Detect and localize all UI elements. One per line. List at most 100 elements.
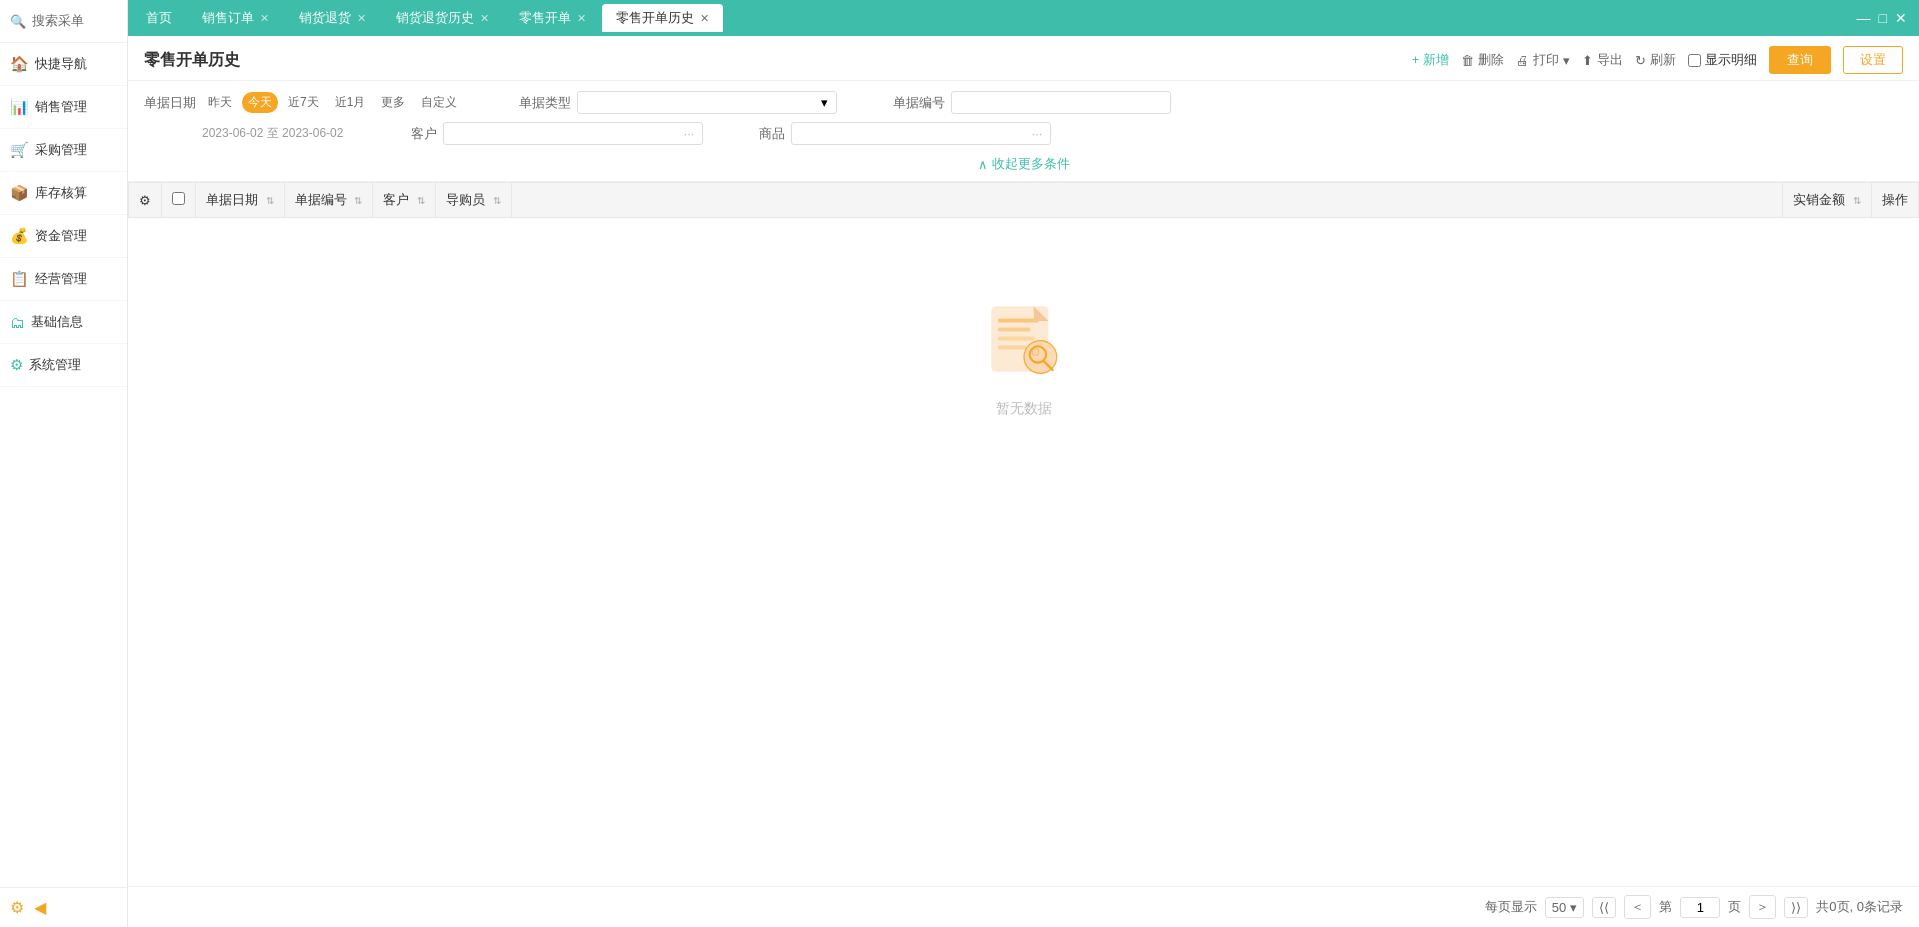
per-page-select[interactable]: 50 ▾	[1545, 897, 1584, 918]
toolbar: + 新增 🗑 删除 🖨 打印 ▾ ⬆ 导出 ↻ 刷新	[1412, 46, 1903, 74]
sidebar-item-label: 销售管理	[35, 98, 87, 116]
doc-no-input[interactable]	[951, 91, 1171, 114]
customer-input[interactable]: ···	[443, 122, 703, 145]
th-actual-amount-label: 实销金额	[1793, 192, 1845, 207]
date-btn-yesterday[interactable]: 昨天	[202, 92, 238, 113]
first-page-btn[interactable]: ⟨⟨	[1592, 897, 1616, 918]
search-icon: 🔍	[10, 14, 26, 29]
goods-input[interactable]: ···	[791, 122, 1051, 145]
date-filter-label: 单据日期	[144, 94, 196, 112]
gear-icon: ⚙	[139, 193, 151, 208]
tab-sales-order-close[interactable]: ✕	[260, 12, 269, 25]
tab-retail-open[interactable]: 零售开单 ✕	[505, 4, 600, 32]
th-actual-amount[interactable]: 实销金额 ⇅	[1783, 183, 1872, 218]
sidebar-item-label: 系统管理	[29, 356, 81, 374]
date-btn-custom[interactable]: 自定义	[415, 92, 463, 113]
page-number-input[interactable]	[1680, 897, 1720, 918]
export-icon: ⬆	[1582, 53, 1593, 68]
collapse-sidebar-btn[interactable]: ◀	[34, 898, 46, 917]
tab-retail-open-label: 零售开单	[519, 9, 571, 27]
minimize-btn[interactable]: —	[1857, 10, 1871, 26]
doc-no-label: 单据编号	[893, 94, 945, 112]
sidebar-search-label: 搜索采单	[32, 12, 84, 30]
total-info: 共0页, 0条记录	[1816, 898, 1903, 916]
next-page-btn[interactable]: ＞	[1749, 895, 1776, 919]
collapse-btn[interactable]: ∧ 收起更多条件	[144, 153, 1903, 175]
filter-area: 单据日期 昨天 今天 近7天 近1月 更多 自定义 单据类型 ▾	[128, 81, 1919, 182]
tab-sales-return-close[interactable]: ✕	[357, 12, 366, 25]
th-salesperson[interactable]: 导购员 ⇅	[435, 183, 511, 218]
th-doc-no-label: 单据编号	[295, 192, 347, 207]
refresh-button[interactable]: ↻ 刷新	[1635, 51, 1676, 69]
doc-type-select[interactable]: ▾	[577, 91, 837, 114]
tab-retail-open-close[interactable]: ✕	[577, 12, 586, 25]
sidebar-item-quick-nav[interactable]: 🏠 快捷导航	[0, 43, 127, 86]
sidebar-item-system-mgmt[interactable]: ⚙ 系统管理	[0, 344, 127, 387]
th-date-label: 单据日期	[206, 192, 258, 207]
date-btn-last-month[interactable]: 近1月	[329, 92, 372, 113]
th-date[interactable]: 单据日期 ⇅	[196, 183, 285, 218]
prev-page-btn[interactable]: ＜	[1624, 895, 1651, 919]
sidebar-item-finance[interactable]: 💰 资金管理	[0, 215, 127, 258]
date-btn-last7[interactable]: 近7天	[282, 92, 325, 113]
sidebar-item-sales-mgmt[interactable]: 📊 销售管理	[0, 86, 127, 129]
tab-retail-open-history-label: 零售开单历史	[616, 9, 694, 27]
table-header-row: ⚙ 单据日期 ⇅ 单据编号 ⇅	[129, 183, 1919, 218]
th-gear[interactable]: ⚙	[129, 183, 162, 218]
th-customer[interactable]: 客户 ⇅	[373, 183, 436, 218]
print-button[interactable]: 🖨 打印 ▾	[1516, 51, 1570, 69]
tab-retail-open-history-close[interactable]: ✕	[700, 12, 709, 25]
show-detail-toggle[interactable]: 显示明细	[1688, 51, 1757, 69]
last-page-btn[interactable]: ⟩⟩	[1784, 897, 1808, 918]
doc-type-filter: 单据类型 ▾	[519, 91, 837, 114]
per-page-label: 每页显示	[1485, 898, 1537, 916]
sidebar-item-basic-info[interactable]: 🗂 基础信息	[0, 301, 127, 344]
finance-icon: 💰	[10, 227, 29, 245]
inventory-icon: 📦	[10, 184, 29, 202]
new-btn-label: + 新增	[1412, 51, 1449, 69]
maximize-btn[interactable]: □	[1879, 10, 1887, 26]
tab-home[interactable]: 首页	[132, 4, 186, 32]
customer-label: 客户	[411, 125, 437, 143]
data-table: ⚙ 单据日期 ⇅ 单据编号 ⇅	[128, 182, 1919, 498]
sidebar-search[interactable]: 🔍 搜索采单	[0, 0, 127, 43]
page-suffix: 页	[1728, 898, 1741, 916]
tab-sales-return-history-close[interactable]: ✕	[480, 12, 489, 25]
sidebar-item-operation[interactable]: 📋 经营管理	[0, 258, 127, 301]
page-title: 零售开单历史	[144, 50, 240, 71]
pagination-bar: 每页显示 50 ▾ ⟨⟨ ＜ 第 页 ＞ ⟩⟩ 共0页, 0条记录	[128, 886, 1919, 927]
sidebar: 🔍 搜索采单 🏠 快捷导航 📊 销售管理 🛒 采购管理 📦 库存核算 💰 资金管…	[0, 0, 128, 927]
query-button[interactable]: 查询	[1769, 46, 1831, 74]
doc-type-dropdown-icon: ▾	[821, 95, 828, 110]
main-area: 首页 销售订单 ✕ 销货退货 ✕ 销货退货历史 ✕ 零售开单 ✕ 零售开单历史 …	[128, 0, 1919, 927]
new-button[interactable]: + 新增	[1412, 51, 1449, 69]
sidebar-item-inventory[interactable]: 📦 库存核算	[0, 172, 127, 215]
setting-button[interactable]: 设置	[1843, 46, 1903, 74]
customer-filter: 客户 ···	[411, 122, 703, 145]
tab-sales-return-history-label: 销货退货历史	[396, 9, 474, 27]
refresh-icon: ↻	[1635, 53, 1646, 68]
th-customer-sort-icon: ⇅	[417, 195, 425, 206]
show-detail-checkbox[interactable]	[1688, 54, 1701, 67]
tab-retail-open-history[interactable]: 零售开单历史 ✕	[602, 4, 723, 32]
sidebar-item-label: 经营管理	[35, 270, 87, 288]
tab-sales-order[interactable]: 销售订单 ✕	[188, 4, 283, 32]
close-btn[interactable]: ✕	[1895, 10, 1907, 26]
export-button[interactable]: ⬆ 导出	[1582, 51, 1623, 69]
settings-icon-btn[interactable]: ⚙	[10, 898, 24, 917]
th-checkbox[interactable]	[162, 183, 196, 218]
sidebar-item-label: 快捷导航	[35, 55, 87, 73]
sales-icon: 📊	[10, 98, 29, 116]
sidebar-item-label: 资金管理	[35, 227, 87, 245]
tab-sales-return-history[interactable]: 销货退货历史 ✕	[382, 4, 503, 32]
th-doc-no[interactable]: 单据编号 ⇅	[284, 183, 373, 218]
date-range-display: 单据日期 2023-06-02 至 2023-06-02	[144, 125, 343, 143]
purchase-icon: 🛒	[10, 141, 29, 159]
sidebar-item-purchase-mgmt[interactable]: 🛒 采购管理	[0, 129, 127, 172]
tab-sales-return[interactable]: 销货退货 ✕	[285, 4, 380, 32]
delete-button[interactable]: 🗑 删除	[1461, 51, 1504, 69]
date-btn-today[interactable]: 今天	[242, 92, 278, 113]
th-salesperson-sort-icon: ⇅	[493, 195, 501, 206]
select-all-checkbox[interactable]	[172, 192, 185, 205]
date-btn-more[interactable]: 更多	[375, 92, 411, 113]
